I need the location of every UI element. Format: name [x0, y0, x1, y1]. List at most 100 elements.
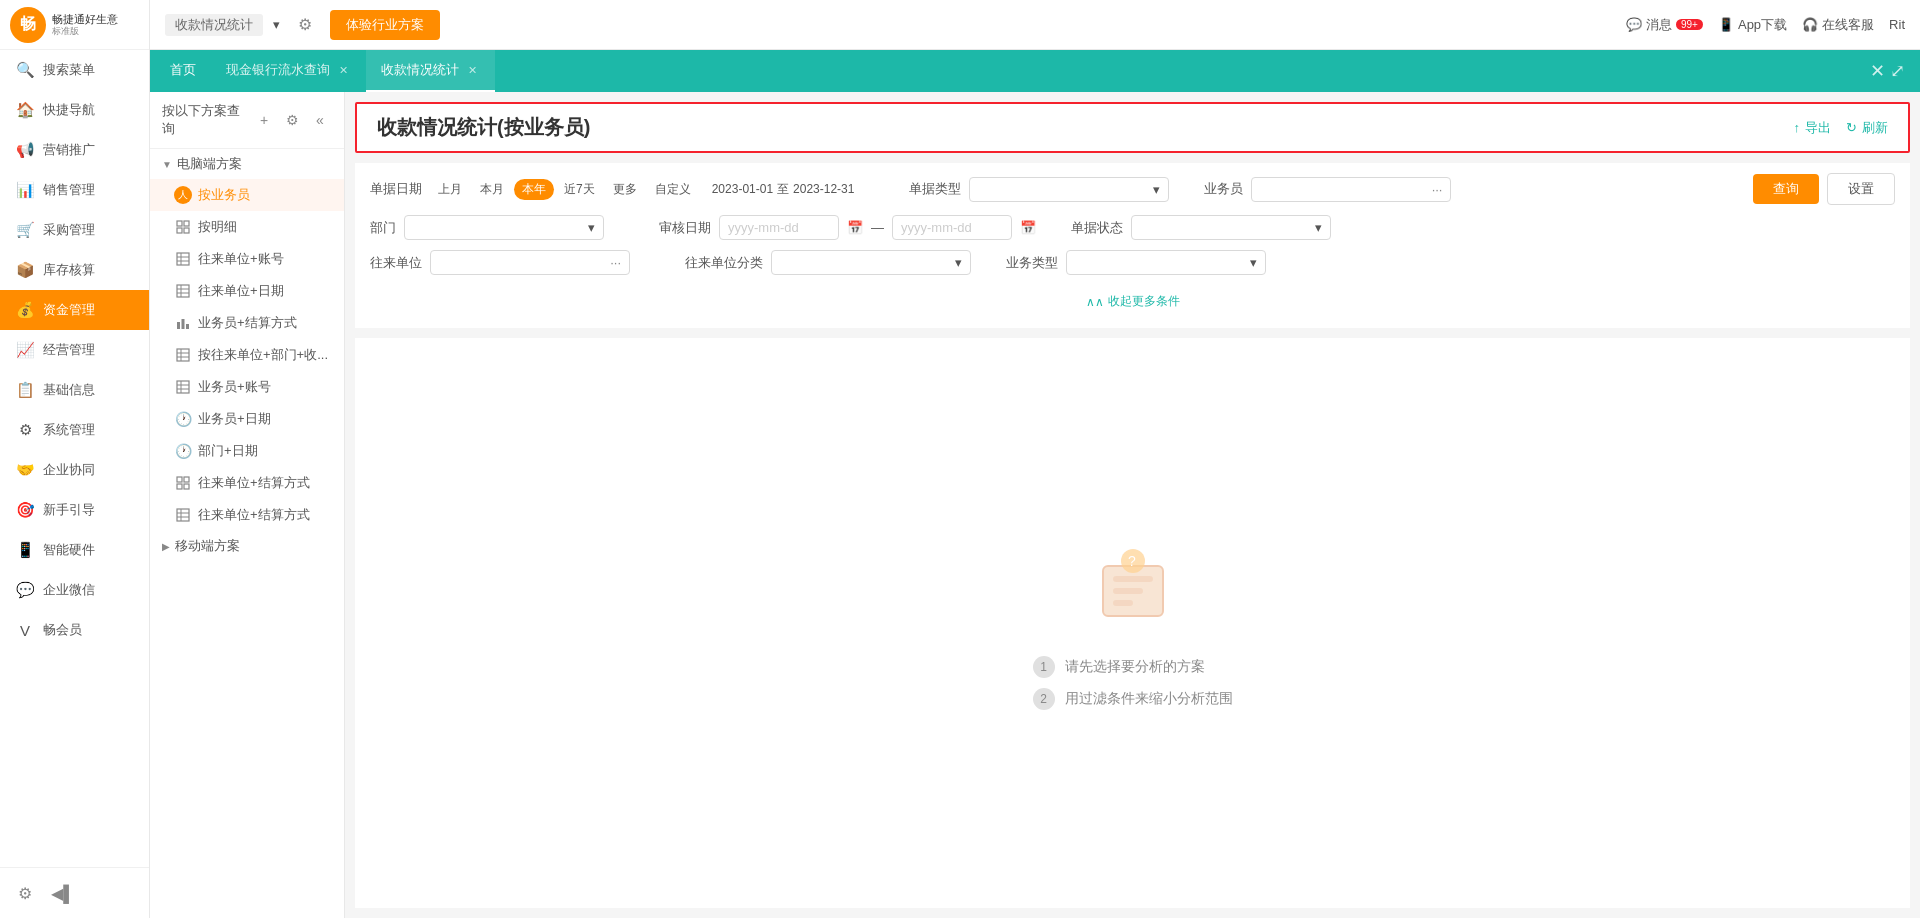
sidebar-item-wechat[interactable]: 💬 企业微信 — [0, 570, 149, 610]
chevron-down-icon: ▾ — [273, 17, 280, 32]
scheme-item-by-detail[interactable]: 按明细 — [150, 211, 344, 243]
svg-rect-32 — [1113, 576, 1153, 582]
query-btn[interactable]: 查询 — [1753, 174, 1819, 204]
scheme-item-sales-account[interactable]: 业务员+账号 — [150, 371, 344, 403]
tab-close-all-btn[interactable]: ✕ — [1870, 60, 1885, 82]
scheme-panel: 按以下方案查询 + ⚙ « ▼ 电脑端方案 人 按业务员 — [150, 92, 345, 918]
guide-icon: 🎯 — [15, 500, 35, 520]
search-icon: 🔍 — [15, 60, 35, 80]
clock2-icon: 🕐 — [174, 442, 192, 460]
export-btn[interactable]: ↑ 导出 — [1794, 119, 1832, 137]
sidebar-item-system[interactable]: ⚙ 系统管理 — [0, 410, 149, 450]
svg-rect-14 — [186, 324, 189, 329]
svg-rect-24 — [184, 477, 189, 482]
step-num-2: 2 — [1033, 688, 1055, 710]
service-btn[interactable]: 🎧 在线客服 — [1802, 16, 1874, 34]
filter-dept-select[interactable]: ▾ — [404, 215, 604, 240]
tab-receipt-close[interactable]: ✕ — [464, 62, 480, 78]
tabbar-actions: ✕ ⤢ — [1860, 50, 1915, 92]
scheme-group-desktop-header[interactable]: ▼ 电脑端方案 — [150, 149, 344, 179]
tab-expand-btn[interactable]: ⤢ — [1890, 60, 1905, 82]
export-icon: ↑ — [1794, 120, 1801, 135]
scheme-item-unit-settle1[interactable]: 往来单位+结算方式 — [150, 467, 344, 499]
sidebar-item-marketing[interactable]: 📢 营销推广 — [0, 130, 149, 170]
finance-icon: 💰 — [15, 300, 35, 320]
scheme-item-unit-date[interactable]: 往来单位+日期 — [150, 275, 344, 307]
scheme-item-unit-account[interactable]: 往来单位+账号 — [150, 243, 344, 275]
sidebar: 畅 畅捷通好生意 标准版 🔍 搜索菜单 🏠 快捷导航 📢 营销推广 📊 销售管理… — [0, 0, 150, 918]
date-tab-this-month[interactable]: 本月 — [472, 179, 512, 200]
scheme-group-mobile: ▶ 移动端方案 — [150, 531, 344, 561]
app-download-btn[interactable]: 📱 App下载 — [1718, 16, 1787, 34]
sidebar-item-finance[interactable]: 💰 资金管理 — [0, 290, 149, 330]
calendar-icon[interactable]: 📅 — [847, 220, 863, 235]
user-avatar[interactable]: Rit — [1889, 17, 1905, 32]
scheme-settings-btn[interactable]: ⚙ — [280, 108, 304, 132]
scheme-item-dept-date[interactable]: 🕐 部门+日期 — [150, 435, 344, 467]
calendar2-icon[interactable]: 📅 — [1020, 220, 1036, 235]
sidebar-footer: ⚙ ◀▌ — [0, 867, 149, 918]
scheme-collapse-btn[interactable]: « — [308, 108, 332, 132]
review-date-start-input[interactable]: yyyy-mm-dd — [719, 215, 839, 240]
date-tab-this-year[interactable]: 本年 — [514, 179, 554, 200]
scheme-add-btn[interactable]: + — [252, 108, 276, 132]
sidebar-item-search[interactable]: 🔍 搜索菜单 — [0, 50, 149, 90]
filter-doc-status-select[interactable]: ▾ — [1131, 215, 1331, 240]
basic-icon: 📋 — [15, 380, 35, 400]
sidebar-collapse-btn[interactable]: ◀▌ — [48, 878, 78, 908]
scheme-item-sales-settle[interactable]: 业务员+结算方式 — [150, 307, 344, 339]
sidebar-item-collab[interactable]: 🤝 企业协同 — [0, 450, 149, 490]
sidebar-item-guide[interactable]: 🎯 新手引导 — [0, 490, 149, 530]
message-icon: 💬 — [1626, 17, 1642, 32]
topbar-dropdown[interactable]: ▾ — [273, 17, 280, 32]
sidebar-item-operation[interactable]: 📈 经营管理 — [0, 330, 149, 370]
review-date-end-input[interactable]: yyyy-mm-dd — [892, 215, 1012, 240]
date-tab-more[interactable]: 更多 — [605, 179, 645, 200]
date-tab-custom[interactable]: 自定义 — [647, 179, 699, 200]
empty-state-area: ? 1 请先选择要分析的方案 2 用过滤条件来缩小分析范围 — [355, 338, 1910, 908]
filter-sales-select[interactable]: ··· — [1251, 177, 1451, 202]
more-icon[interactable]: ··· — [1432, 182, 1443, 197]
filter-actions: 查询 设置 — [1753, 173, 1895, 205]
date-tab-last-month[interactable]: 上月 — [430, 179, 470, 200]
svg-rect-27 — [177, 509, 189, 521]
empty-steps: 1 请先选择要分析的方案 2 用过滤条件来缩小分析范围 — [1033, 656, 1233, 710]
sidebar-item-basic[interactable]: 📋 基础信息 — [0, 370, 149, 410]
sidebar-item-sales[interactable]: 📊 销售管理 — [0, 170, 149, 210]
filter-collapse-btn[interactable]: ∧∧ 收起更多条件 — [370, 285, 1895, 318]
filter-doc-type-select[interactable]: ▾ — [969, 177, 1169, 202]
sidebar-item-member[interactable]: V 畅会员 — [0, 610, 149, 650]
filter-partner-classify-select[interactable]: ▾ — [771, 250, 971, 275]
sidebar-item-quicknav[interactable]: 🏠 快捷导航 — [0, 90, 149, 130]
chevron-down-icon: ▾ — [955, 255, 962, 270]
tab-receipt[interactable]: 收款情况统计 ✕ — [366, 50, 495, 92]
filter-partner-select[interactable]: ··· — [430, 250, 630, 275]
scheme-group-mobile-header[interactable]: ▶ 移动端方案 — [150, 531, 344, 561]
svg-text:?: ? — [1128, 553, 1136, 569]
sidebar-item-hardware[interactable]: 📱 智能硬件 — [0, 530, 149, 570]
date-start: 2023-01-01 — [712, 182, 773, 196]
sidebar-settings-btn[interactable]: ⚙ — [10, 878, 40, 908]
tab-bank[interactable]: 现金银行流水查询 ✕ — [211, 50, 366, 92]
trial-btn[interactable]: 体验行业方案 — [330, 10, 440, 40]
scheme-item-unit-dept-recv[interactable]: 按往来单位+部门+收... — [150, 339, 344, 371]
refresh-btn[interactable]: ↻ 刷新 — [1846, 119, 1888, 137]
partner-more-icon[interactable]: ··· — [610, 255, 621, 270]
svg-rect-19 — [177, 381, 189, 393]
tab-bank-close[interactable]: ✕ — [335, 62, 351, 78]
filter-doc-type-item: 单据类型 ▾ — [909, 177, 1169, 202]
filter-biz-type-select[interactable]: ▾ — [1066, 250, 1266, 275]
scheme-item-unit-settle2[interactable]: 往来单位+结算方式 — [150, 499, 344, 531]
topbar-gear-btn[interactable]: ⚙ — [290, 10, 320, 40]
svg-rect-0 — [177, 221, 182, 226]
set-btn[interactable]: 设置 — [1827, 173, 1895, 205]
scheme-item-by-sales[interactable]: 人 按业务员 — [150, 179, 344, 211]
message-btn[interactable]: 💬 消息 99+ — [1626, 16, 1703, 34]
date-tab-7days[interactable]: 近7天 — [556, 179, 603, 200]
tab-home[interactable]: 首页 — [155, 50, 211, 92]
svg-rect-1 — [184, 221, 189, 226]
grid2-icon — [174, 474, 192, 492]
scheme-item-sales-date[interactable]: 🕐 业务员+日期 — [150, 403, 344, 435]
sidebar-item-purchase[interactable]: 🛒 采购管理 — [0, 210, 149, 250]
sidebar-item-inventory[interactable]: 📦 库存核算 — [0, 250, 149, 290]
